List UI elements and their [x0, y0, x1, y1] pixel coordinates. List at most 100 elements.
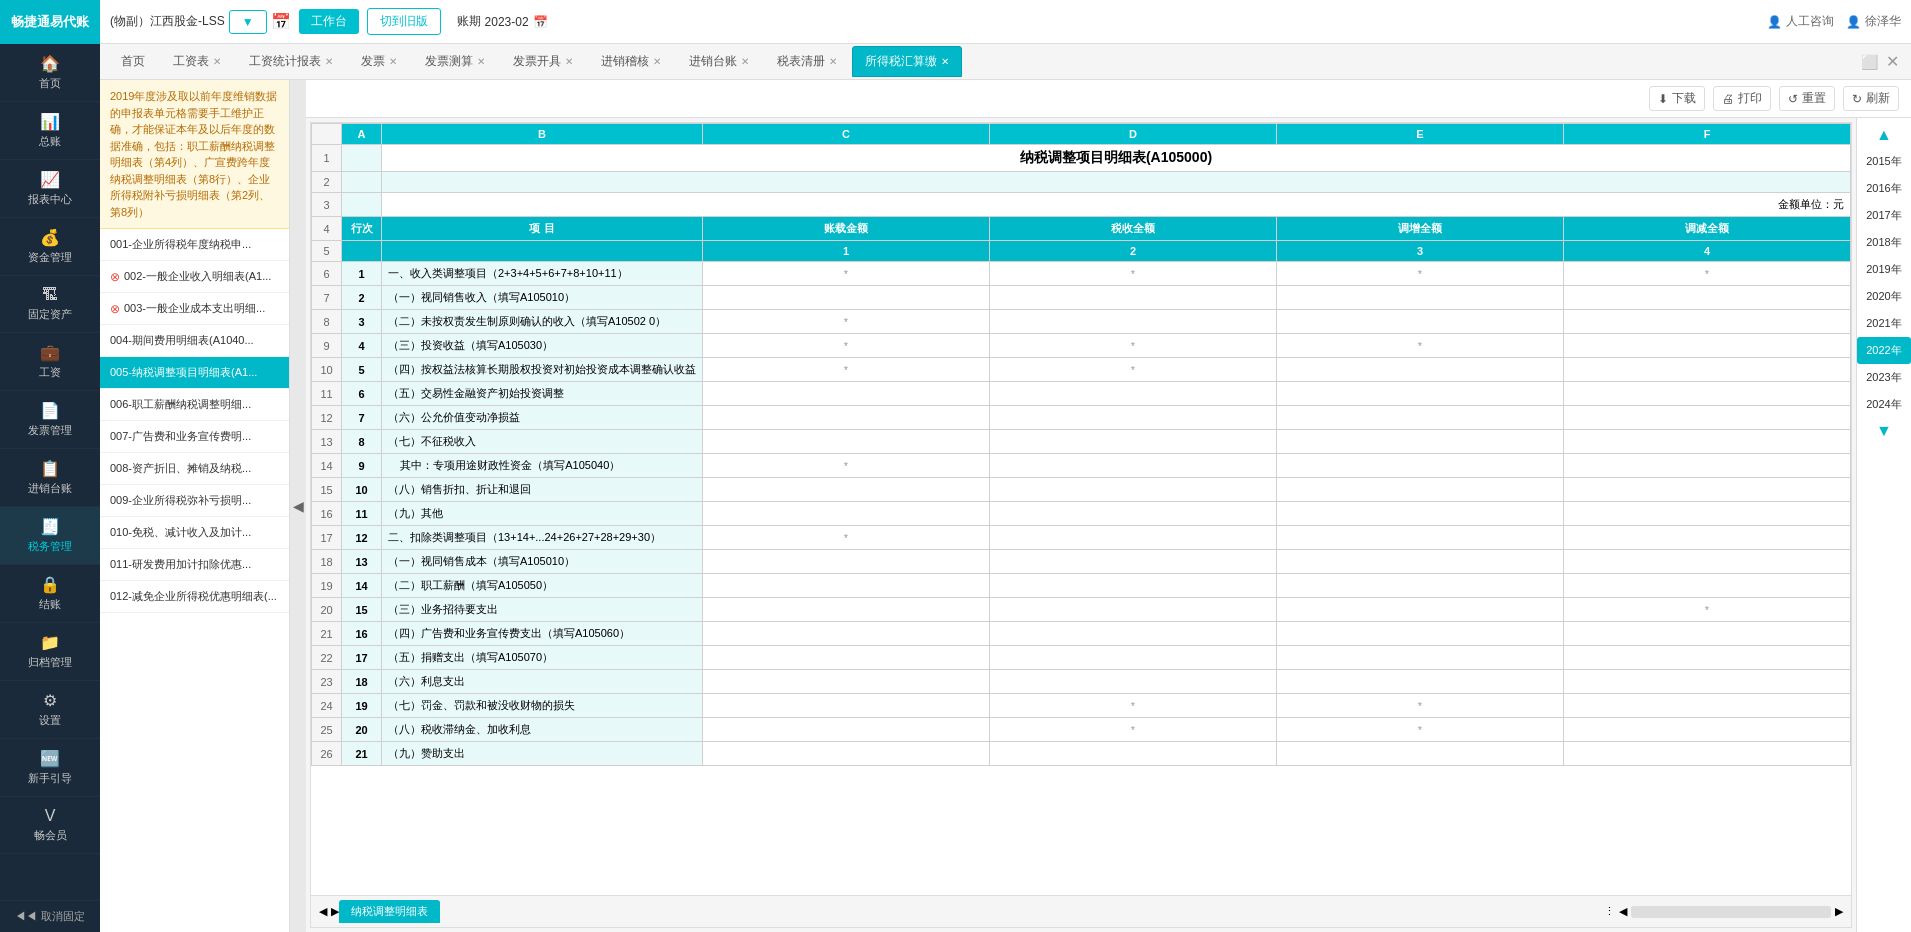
sidebar-item-home[interactable]: 🏠 首页	[0, 44, 100, 102]
sidebar-item-close-period[interactable]: 🔒 结账	[0, 565, 100, 623]
menu-item-008[interactable]: 008-资产折旧、摊销及纳税...	[100, 453, 289, 485]
sidebar-item-fixed-assets[interactable]: 🏗 固定资产	[0, 276, 100, 333]
col-d-header: D	[990, 124, 1277, 145]
sidebar-item-settings[interactable]: ⚙ 设置	[0, 681, 100, 739]
tab-invoice-open-close[interactable]: ✕	[565, 56, 573, 67]
table-row: 22 17 （五）捐赠支出（填写A105070）	[312, 646, 1851, 670]
unpin-button[interactable]: ◀◀ 取消固定	[0, 900, 100, 932]
tab-tax-list-close[interactable]: ✕	[829, 56, 837, 67]
tab-invoice-open[interactable]: 发票开具 ✕	[500, 46, 586, 77]
sidebar-item-assets-mgmt[interactable]: 💰 资金管理	[0, 218, 100, 276]
year-item-2015[interactable]: 2015年	[1857, 148, 1911, 175]
tab-income-tax-close[interactable]: ✕	[941, 56, 949, 67]
sidebar-item-tax-mgmt[interactable]: 🧾 税务管理	[0, 507, 100, 565]
sidebar-item-reports[interactable]: 📈 报表中心	[0, 160, 100, 218]
user-menu[interactable]: 👤 徐泽华	[1846, 13, 1901, 30]
year-item-2018[interactable]: 2018年	[1857, 229, 1911, 256]
sidebar-label-fixed-assets: 固定资产	[28, 307, 72, 322]
tab-invoice-calc-close[interactable]: ✕	[477, 56, 485, 67]
sidebar-label-tax-mgmt: 税务管理	[28, 539, 72, 554]
year-item-2020[interactable]: 2020年	[1857, 283, 1911, 310]
tab-purchase-check[interactable]: 进销稽核 ✕	[588, 46, 674, 77]
menu-item-011[interactable]: 011-研发费用加计扣除优惠...	[100, 549, 289, 581]
tab-salary-report[interactable]: 工资统计报表 ✕	[236, 46, 346, 77]
sub-4-header: 4	[1564, 241, 1851, 262]
year-item-2016[interactable]: 2016年	[1857, 175, 1911, 202]
new-guide-icon: 🆕	[40, 749, 60, 768]
menu-item-010[interactable]: 010-免税、减计收入及加计...	[100, 517, 289, 549]
table-row: 17 12 二、扣除类调整项目（13+14+...24+26+27+28+29+…	[312, 526, 1851, 550]
menu-item-012[interactable]: 012-减免企业所得税优惠明细表(...	[100, 581, 289, 613]
year-item-2017[interactable]: 2017年	[1857, 202, 1911, 229]
tab-tax-list[interactable]: 税表清册 ✕	[764, 46, 850, 77]
menu-item-001[interactable]: 001-企业所得税年度纳税申...	[100, 229, 289, 261]
menu-item-002[interactable]: ⊗ 002-一般企业收入明细表(A1...	[100, 261, 289, 293]
print-icon: 🖨	[1722, 92, 1734, 106]
sidebar-label-purchase-ledger: 进销台账	[28, 481, 72, 496]
year-nav-up[interactable]: ▲	[1872, 122, 1896, 148]
table-row: 6 1 一、收入类调整项目（2+3+4+5+6+7+8+10+11） * * *…	[312, 262, 1851, 286]
scrollbar-track[interactable]	[1631, 906, 1831, 918]
sidebar-item-vip[interactable]: V 畅会员	[0, 797, 100, 854]
tab-salary-report-close[interactable]: ✕	[325, 56, 333, 67]
tab-invoice[interactable]: 发票 ✕	[348, 46, 410, 77]
sidebar-item-new-guide[interactable]: 🆕 新手引导	[0, 739, 100, 797]
sidebar-label-vip: 畅会员	[34, 828, 67, 843]
tab-invoice-close[interactable]: ✕	[389, 56, 397, 67]
col-a-header: A	[342, 124, 382, 145]
sidebar-label-home: 首页	[39, 76, 61, 91]
year-item-2021[interactable]: 2021年	[1857, 310, 1911, 337]
menu-item-007[interactable]: 007-广告费和业务宣传费明...	[100, 421, 289, 453]
download-button[interactable]: ⬇ 下载	[1649, 86, 1705, 111]
maximize-button[interactable]: ⬜	[1857, 54, 1882, 70]
tab-purchase-check-label: 进销稽核	[601, 53, 649, 70]
tab-salary-sheet-close[interactable]: ✕	[213, 56, 221, 67]
dropdown-arrow[interactable]: ▼	[229, 10, 267, 34]
reset-button[interactable]: ↺ 重置	[1779, 86, 1835, 111]
collapse-panel-button[interactable]: ◀	[290, 80, 306, 932]
sheet-next-button[interactable]: ▶	[331, 905, 339, 918]
sidebar-item-salary[interactable]: 💼 工资	[0, 333, 100, 391]
salary-icon: 💼	[40, 343, 60, 362]
sheet-prev-button[interactable]: ◀	[319, 905, 327, 918]
table-row: 1 纳税调整项目明细表(A105000)	[312, 145, 1851, 172]
menu-item-010-label: 010-免税、减计收入及加计...	[110, 525, 251, 540]
close-all-button[interactable]: ✕	[1882, 52, 1903, 71]
scroll-right-icon[interactable]: ▶	[1835, 905, 1843, 918]
year-nav-down[interactable]: ▼	[1872, 418, 1896, 444]
menu-item-004[interactable]: 004-期间费用明细表(A1040...	[100, 325, 289, 357]
sheet-tab[interactable]: 纳税调整明细表	[339, 900, 440, 923]
menu-item-003[interactable]: ⊗ 003-一般企业成本支出明细...	[100, 293, 289, 325]
sidebar-item-archive[interactable]: 📁 归档管理	[0, 623, 100, 681]
company-label: (物副）江西股金-LSS	[110, 13, 225, 30]
tab-income-tax[interactable]: 所得税汇算缴 ✕	[852, 46, 962, 77]
menu-item-009[interactable]: 009-企业所得税弥补亏损明...	[100, 485, 289, 517]
menu-item-006[interactable]: 006-职工薪酬纳税调整明细...	[100, 389, 289, 421]
tab-purchase-ledger-close[interactable]: ✕	[741, 56, 749, 67]
scroll-left-icon[interactable]: ◀	[1619, 905, 1627, 918]
sidebar-item-ledger[interactable]: 📊 总账	[0, 102, 100, 160]
vip-icon: V	[45, 807, 56, 825]
collapse-icon: ◀	[290, 498, 306, 514]
workbench-button[interactable]: 工作台	[299, 9, 359, 34]
tab-tax-list-label: 税表清册	[777, 53, 825, 70]
tab-invoice-calc[interactable]: 发票测算 ✕	[412, 46, 498, 77]
help-button[interactable]: 👤 人工咨询	[1767, 13, 1834, 30]
refresh-button[interactable]: ↻ 刷新	[1843, 86, 1899, 111]
year-item-2019[interactable]: 2019年	[1857, 256, 1911, 283]
switch-old-button[interactable]: 切到旧版	[367, 8, 441, 35]
print-button[interactable]: 🖨 打印	[1713, 86, 1771, 111]
year-item-2023[interactable]: 2023年	[1857, 364, 1911, 391]
year-item-2024[interactable]: 2024年	[1857, 391, 1911, 418]
app-logo: 畅捷通易代账	[0, 0, 100, 44]
menu-item-012-label: 012-减免企业所得税优惠明细表(...	[110, 589, 277, 604]
tab-salary-sheet[interactable]: 工资表 ✕	[160, 46, 234, 77]
tab-purchase-ledger[interactable]: 进销台账 ✕	[676, 46, 762, 77]
menu-item-005[interactable]: 005-纳税调整项目明细表(A1...	[100, 357, 289, 389]
sidebar-item-invoice-mgmt[interactable]: 📄 发票管理	[0, 391, 100, 449]
year-item-2022[interactable]: 2022年	[1857, 337, 1911, 364]
sidebar-label-archive: 归档管理	[28, 655, 72, 670]
tab-home[interactable]: 首页	[108, 46, 158, 77]
tab-purchase-check-close[interactable]: ✕	[653, 56, 661, 67]
sidebar-item-purchase-ledger[interactable]: 📋 进销台账	[0, 449, 100, 507]
